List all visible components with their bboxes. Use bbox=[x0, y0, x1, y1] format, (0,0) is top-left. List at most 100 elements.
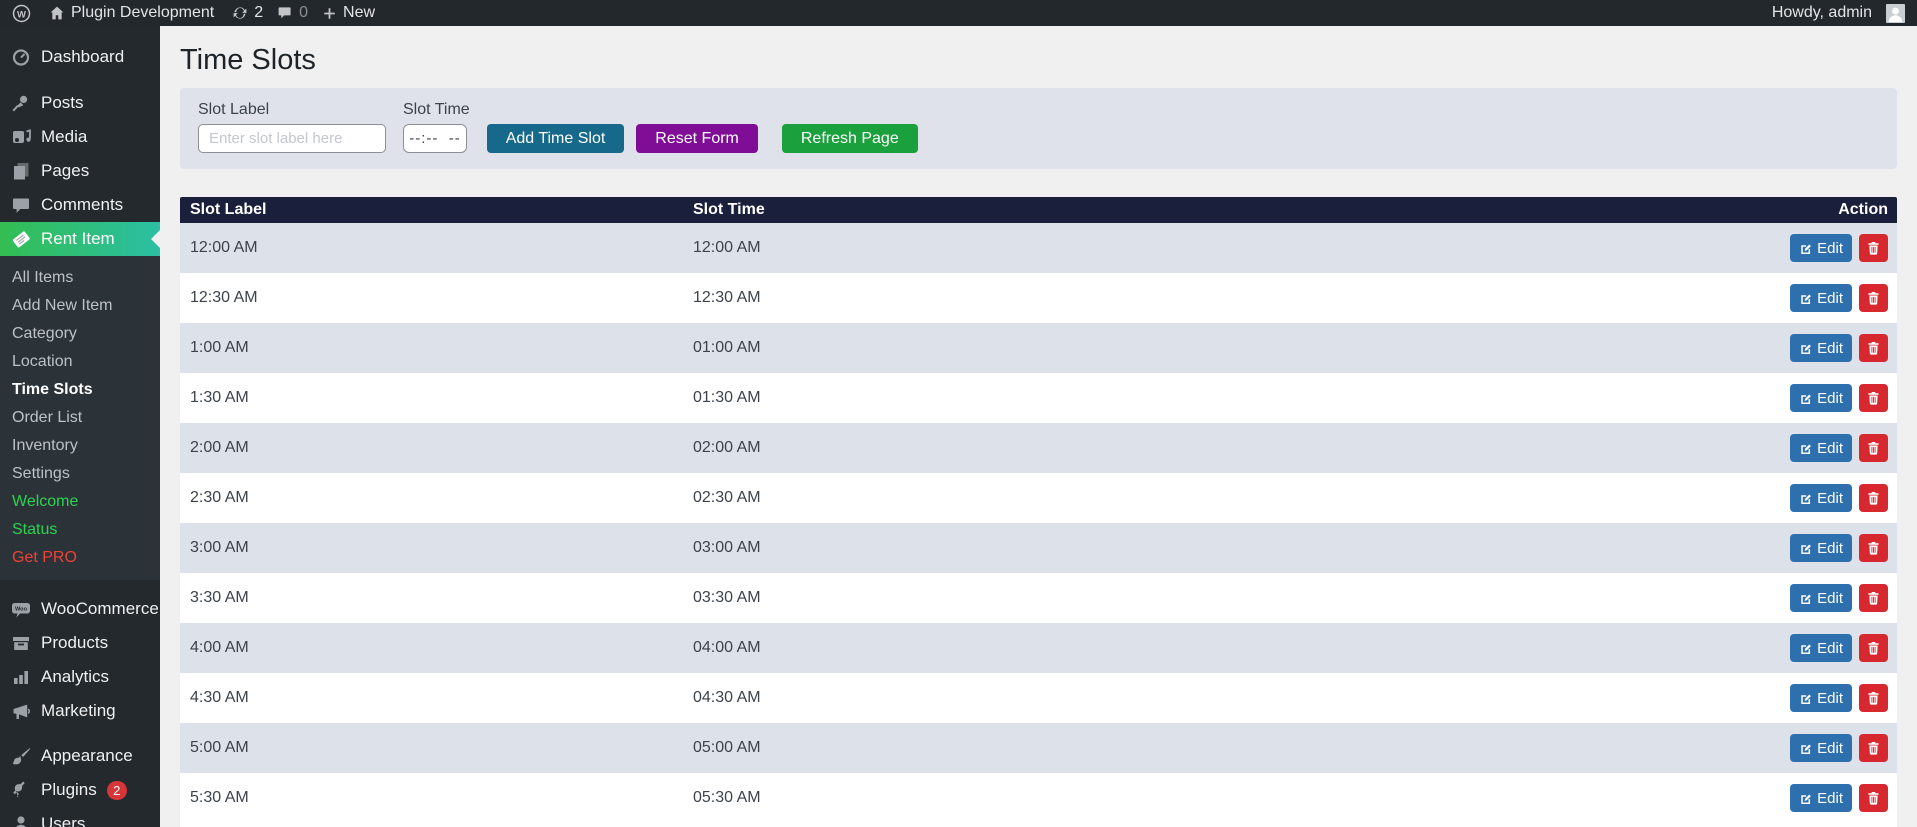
sidebar-item-analytics[interactable]: Analytics bbox=[0, 660, 160, 694]
update-icon bbox=[233, 7, 247, 19]
trash-icon bbox=[1868, 541, 1879, 555]
sidebar-item-label: Comments bbox=[41, 195, 124, 214]
sidebar-item-dashboard[interactable]: Dashboard bbox=[0, 40, 160, 74]
comments-link[interactable]: 0 bbox=[277, 4, 308, 22]
sidebar-item-pages[interactable]: Pages bbox=[0, 154, 160, 188]
howdy-account-link[interactable]: Howdy, admin bbox=[1772, 3, 1905, 23]
add-time-slot-button[interactable]: Add Time Slot bbox=[486, 124, 625, 153]
sidebar-item-plugins[interactable]: Plugins 2 bbox=[0, 773, 160, 807]
submenu-item-add-new-item[interactable]: Add New Item bbox=[0, 292, 160, 320]
row-slot-time: 03:30 AM bbox=[693, 589, 761, 606]
comments-icon bbox=[11, 195, 31, 215]
users-icon bbox=[11, 814, 31, 827]
delete-button[interactable] bbox=[1859, 484, 1888, 512]
row-slot-time: 05:30 AM bbox=[693, 789, 761, 806]
edit-button[interactable]: Edit bbox=[1790, 284, 1852, 312]
updates-link[interactable]: 2 bbox=[232, 4, 263, 22]
table-row: 4:30 AM 04:30 AM Edit bbox=[180, 673, 1897, 723]
row-slot-label: 5:30 AM bbox=[190, 789, 249, 806]
row-slot-time: 05:00 AM bbox=[693, 739, 761, 756]
sidebar-item-media[interactable]: Media bbox=[0, 120, 160, 154]
sidebar-item-label: Rent Item bbox=[41, 229, 115, 248]
edit-button[interactable]: Edit bbox=[1790, 584, 1852, 612]
edit-button[interactable]: Edit bbox=[1790, 784, 1852, 812]
header-action: Action bbox=[1838, 201, 1888, 218]
delete-button[interactable] bbox=[1859, 584, 1888, 612]
row-slot-time: 01:30 AM bbox=[693, 389, 761, 406]
edit-button[interactable]: Edit bbox=[1790, 434, 1852, 462]
submenu-item-welcome[interactable]: Welcome bbox=[0, 488, 160, 516]
sidebar-item-label: Analytics bbox=[41, 667, 110, 686]
edit-button[interactable]: Edit bbox=[1790, 634, 1852, 662]
edit-pencil-icon bbox=[1801, 244, 1812, 254]
sidebar-item-rent-item[interactable]: Rent Item bbox=[0, 222, 160, 256]
slot-label-input[interactable] bbox=[198, 124, 386, 153]
row-slot-time: 04:30 AM bbox=[693, 689, 761, 706]
sidebar-item-marketing[interactable]: Marketing bbox=[0, 694, 160, 728]
table-row: 2:00 AM 02:00 AM Edit bbox=[180, 423, 1897, 473]
delete-button[interactable] bbox=[1859, 734, 1888, 762]
refresh-page-button[interactable]: Refresh Page bbox=[781, 124, 918, 153]
submenu-item-all-items[interactable]: All Items bbox=[0, 264, 160, 292]
delete-button[interactable] bbox=[1859, 234, 1888, 262]
sidebar-item-label: Pages bbox=[41, 161, 90, 180]
site-name-link[interactable]: Plugin Development bbox=[49, 4, 214, 22]
submenu-item-time-slots[interactable]: Time Slots bbox=[0, 376, 160, 404]
row-slot-label: 1:30 AM bbox=[190, 389, 249, 406]
comments-count: 0 bbox=[299, 4, 309, 21]
submenu-item-order-list[interactable]: Order List bbox=[0, 404, 160, 432]
table-row-partial bbox=[180, 823, 1897, 827]
woocommerce-icon: Woo bbox=[11, 599, 31, 619]
delete-button[interactable] bbox=[1859, 384, 1888, 412]
edit-pencil-icon bbox=[1801, 694, 1812, 704]
header-slot-label: Slot Label bbox=[190, 201, 267, 218]
table-row: 5:30 AM 05:30 AM Edit bbox=[180, 773, 1897, 823]
delete-button[interactable] bbox=[1859, 284, 1888, 312]
delete-button[interactable] bbox=[1859, 634, 1888, 662]
edit-button[interactable]: Edit bbox=[1790, 234, 1852, 262]
submenu-item-inventory[interactable]: Inventory bbox=[0, 432, 160, 460]
edit-pencil-icon bbox=[1801, 394, 1812, 404]
submenu-item-location[interactable]: Location bbox=[0, 348, 160, 376]
add-time-slot-form: Slot Label Slot Time Add Time Slot Reset… bbox=[180, 88, 1897, 169]
slot-time-input[interactable] bbox=[403, 124, 467, 153]
row-slot-time: 12:30 AM bbox=[693, 289, 761, 306]
submenu-item-status[interactable]: Status bbox=[0, 516, 160, 544]
new-content-link[interactable]: New bbox=[322, 4, 375, 22]
dashboard-icon bbox=[11, 47, 31, 67]
sidebar-item-products[interactable]: Products bbox=[0, 626, 160, 660]
sidebar-item-users[interactable]: Users bbox=[0, 807, 160, 827]
delete-button[interactable] bbox=[1859, 434, 1888, 462]
trash-icon bbox=[1868, 691, 1879, 705]
submenu-item-settings[interactable]: Settings bbox=[0, 460, 160, 488]
table-row: 1:30 AM 01:30 AM Edit bbox=[180, 373, 1897, 423]
avatar bbox=[1886, 3, 1905, 23]
sidebar-item-posts[interactable]: Posts bbox=[0, 86, 160, 120]
svg-text:W: W bbox=[17, 9, 26, 20]
reset-form-button[interactable]: Reset Form bbox=[636, 124, 758, 153]
delete-button[interactable] bbox=[1859, 534, 1888, 562]
page-title: Time Slots bbox=[180, 44, 316, 76]
wordpress-logo[interactable]: W bbox=[12, 4, 31, 23]
edit-button[interactable]: Edit bbox=[1790, 384, 1852, 412]
home-icon bbox=[50, 6, 64, 20]
row-slot-label: 1:00 AM bbox=[190, 339, 249, 356]
sidebar-item-comments[interactable]: Comments bbox=[0, 188, 160, 222]
row-slot-label: 3:30 AM bbox=[190, 589, 249, 606]
sidebar-item-appearance[interactable]: Appearance bbox=[0, 739, 160, 773]
edit-button[interactable]: Edit bbox=[1790, 684, 1852, 712]
edit-button[interactable]: Edit bbox=[1790, 534, 1852, 562]
edit-button[interactable]: Edit bbox=[1790, 334, 1852, 362]
edit-button[interactable]: Edit bbox=[1790, 734, 1852, 762]
admin-sidebar: Dashboard Posts Media Pages Comments Ren… bbox=[0, 26, 160, 827]
sidebar-item-woocommerce[interactable]: Woo WooCommerce bbox=[0, 592, 160, 626]
submenu-item-category[interactable]: Category bbox=[0, 320, 160, 348]
edit-button[interactable]: Edit bbox=[1790, 484, 1852, 512]
delete-button[interactable] bbox=[1859, 334, 1888, 362]
delete-button[interactable] bbox=[1859, 684, 1888, 712]
row-slot-label: 12:30 AM bbox=[190, 289, 258, 306]
submenu-item-get-pro[interactable]: Get PRO bbox=[0, 544, 160, 572]
trash-icon bbox=[1868, 441, 1879, 455]
time-slots-table: Slot Label Slot Time Action 12:00 AM 12:… bbox=[180, 197, 1897, 827]
delete-button[interactable] bbox=[1859, 784, 1888, 812]
